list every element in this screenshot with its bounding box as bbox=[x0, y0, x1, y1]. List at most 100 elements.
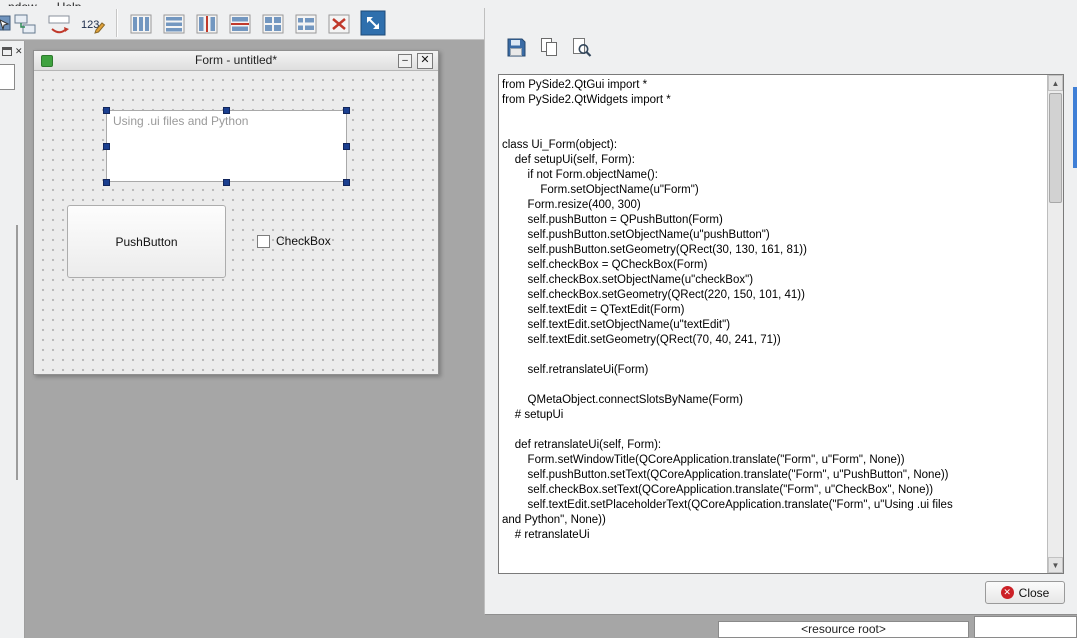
code-line: self.textEdit.setGeometry(QRect(70, 40, … bbox=[502, 333, 1045, 348]
code-line: Form.resize(400, 300) bbox=[502, 198, 1045, 213]
layout-form-icon bbox=[295, 13, 317, 38]
break-layout-button[interactable] bbox=[326, 12, 352, 38]
selection-handle-bottom-left[interactable] bbox=[103, 179, 110, 186]
menu-help[interactable]: Help bbox=[57, 1, 82, 6]
code-line: QMetaObject.connectSlotsByName(Form) bbox=[502, 393, 1045, 408]
code-line bbox=[502, 378, 1045, 393]
code-line: def setupUi(self, Form): bbox=[502, 153, 1045, 168]
textedit-widget[interactable]: Using .ui files and Python bbox=[106, 110, 347, 182]
edit-buddies-icon bbox=[48, 13, 70, 38]
find-button[interactable] bbox=[568, 36, 594, 62]
code-line: self.pushButton.setObjectName(u"pushButt… bbox=[502, 228, 1045, 243]
code-line: self.textEdit = QTextEdit(Form) bbox=[502, 303, 1045, 318]
save-button[interactable] bbox=[503, 36, 529, 62]
layout-horizontally-splitter-button[interactable] bbox=[194, 12, 220, 38]
break-layout-icon bbox=[328, 13, 350, 38]
code-line bbox=[502, 108, 1045, 123]
copy-button[interactable] bbox=[536, 36, 562, 62]
dock-close-icon[interactable]: ✕ bbox=[15, 46, 23, 57]
close-window-button[interactable]: ✕ bbox=[417, 53, 433, 69]
selection-handle-bottom-right[interactable] bbox=[343, 179, 350, 186]
code-line: self.pushButton.setGeometry(QRect(30, 13… bbox=[502, 243, 1045, 258]
adjust-size-button[interactable] bbox=[359, 10, 387, 38]
code-line: self.checkBox.setObjectName(u"checkBox") bbox=[502, 273, 1045, 288]
layout-grid-button[interactable] bbox=[260, 12, 286, 38]
code-line: Form.setObjectName(u"Form") bbox=[502, 183, 1045, 198]
save-icon bbox=[506, 37, 527, 61]
layout-vertically-splitter-icon bbox=[229, 13, 251, 38]
close-circle-icon: ✕ bbox=[1001, 586, 1014, 599]
code-line: Form.setWindowTitle(QCoreApplication.tra… bbox=[502, 453, 1045, 468]
close-dialog-button[interactable]: ✕ Close bbox=[985, 581, 1065, 604]
code-line: def retranslateUi(self, Form): bbox=[502, 438, 1045, 453]
adjust-size-icon bbox=[360, 10, 386, 39]
layout-horizontally-splitter-icon bbox=[196, 13, 218, 38]
code-line: if not Form.objectName(): bbox=[502, 168, 1045, 183]
edit-tab-order-button[interactable]: 123 bbox=[80, 12, 106, 38]
code-line bbox=[502, 123, 1045, 138]
layout-grid-icon bbox=[262, 13, 284, 38]
edit-tab-order-icon: 123 bbox=[80, 13, 106, 38]
code-line: self.textEdit.setPlaceholderText(QCoreAp… bbox=[502, 498, 1045, 513]
code-line: self.checkBox.setGeometry(QRect(220, 150… bbox=[502, 288, 1045, 303]
widget-box-dock: ✕ bbox=[0, 41, 25, 638]
toolbar-separator bbox=[116, 9, 118, 37]
code-content: from PySide2.QtGui import *from PySide2.… bbox=[499, 75, 1047, 573]
code-line: from PySide2.QtWidgets import * bbox=[502, 93, 1045, 108]
layout-form-button[interactable] bbox=[293, 12, 319, 38]
edge-highlight bbox=[1073, 87, 1077, 168]
layout-horizontally-button[interactable] bbox=[128, 12, 154, 38]
code-line bbox=[502, 423, 1045, 438]
layout-vertically-button[interactable] bbox=[161, 12, 187, 38]
menubar: ndow Help bbox=[8, 0, 248, 6]
scrollbar-thumb[interactable] bbox=[1049, 93, 1062, 203]
code-line: self.checkBox = QCheckBox(Form) bbox=[502, 258, 1045, 273]
code-line: from PySide2.QtGui import * bbox=[502, 78, 1045, 93]
edit-signals-slots-button[interactable] bbox=[12, 12, 38, 38]
form-window-icon bbox=[41, 55, 53, 67]
selection-handle-top-left[interactable] bbox=[103, 107, 110, 114]
code-line: self.pushButton.setText(QCoreApplication… bbox=[502, 468, 1045, 483]
copy-icon bbox=[539, 37, 560, 61]
code-view[interactable]: from PySide2.QtGui import *from PySide2.… bbox=[498, 74, 1064, 574]
code-line: and Python", None)) bbox=[502, 513, 1045, 528]
selection-handle-mid-right[interactable] bbox=[343, 143, 350, 150]
code-line: self.retranslateUi(Form) bbox=[502, 363, 1045, 378]
close-button-label: Close bbox=[1019, 586, 1050, 600]
dock-float-icon[interactable] bbox=[2, 47, 12, 56]
dock-filter-input[interactable] bbox=[0, 64, 15, 90]
layout-horizontally-icon bbox=[130, 13, 152, 38]
layout-vertically-icon bbox=[163, 13, 185, 38]
pushbutton-widget[interactable]: PushButton bbox=[67, 205, 226, 278]
code-line: class Ui_Form(object): bbox=[502, 138, 1045, 153]
code-preview-dialog: from PySide2.QtGui import *from PySide2.… bbox=[484, 8, 1077, 615]
find-icon bbox=[571, 37, 592, 61]
form-window-titlebar[interactable]: Form - untitled* – ✕ bbox=[34, 51, 438, 71]
code-line: self.textEdit.setObjectName(u"textEdit") bbox=[502, 318, 1045, 333]
code-line: # setupUi bbox=[502, 408, 1045, 423]
minimize-button[interactable]: – bbox=[398, 54, 412, 68]
dock-scrollbar[interactable] bbox=[16, 225, 18, 480]
layout-vertically-splitter-button[interactable] bbox=[227, 12, 253, 38]
qt-designer-screen: ndow Help 123 bbox=[0, 0, 1077, 638]
resource-panel-fragment bbox=[974, 616, 1077, 638]
form-window-title: Form - untitled* bbox=[34, 51, 438, 70]
checkbox-label[interactable]: CheckBox bbox=[276, 234, 331, 249]
scroll-down-arrow-icon[interactable] bbox=[1048, 557, 1063, 573]
selection-handle-top-center[interactable] bbox=[223, 107, 230, 114]
selection-handle-mid-left[interactable] bbox=[103, 143, 110, 150]
scroll-up-arrow-icon[interactable] bbox=[1048, 75, 1063, 91]
resource-root-item[interactable]: <resource root> bbox=[718, 621, 969, 638]
edit-signals-slots-icon bbox=[14, 13, 36, 38]
code-line: # retranslateUi bbox=[502, 528, 1045, 543]
edit-buddies-button[interactable] bbox=[46, 12, 72, 38]
code-line: self.checkBox.setText(QCoreApplication.t… bbox=[502, 483, 1045, 498]
form-editor-window: Form - untitled* – ✕ Using .ui files and… bbox=[33, 50, 439, 375]
checkbox-indicator[interactable] bbox=[257, 235, 270, 248]
code-line bbox=[502, 348, 1045, 363]
code-vertical-scrollbar[interactable] bbox=[1047, 75, 1063, 573]
menu-window[interactable]: ndow bbox=[8, 1, 37, 6]
form-canvas[interactable]: Using .ui files and Python PushButton Ch… bbox=[34, 71, 438, 374]
selection-handle-bottom-center[interactable] bbox=[223, 179, 230, 186]
selection-handle-top-right[interactable] bbox=[343, 107, 350, 114]
